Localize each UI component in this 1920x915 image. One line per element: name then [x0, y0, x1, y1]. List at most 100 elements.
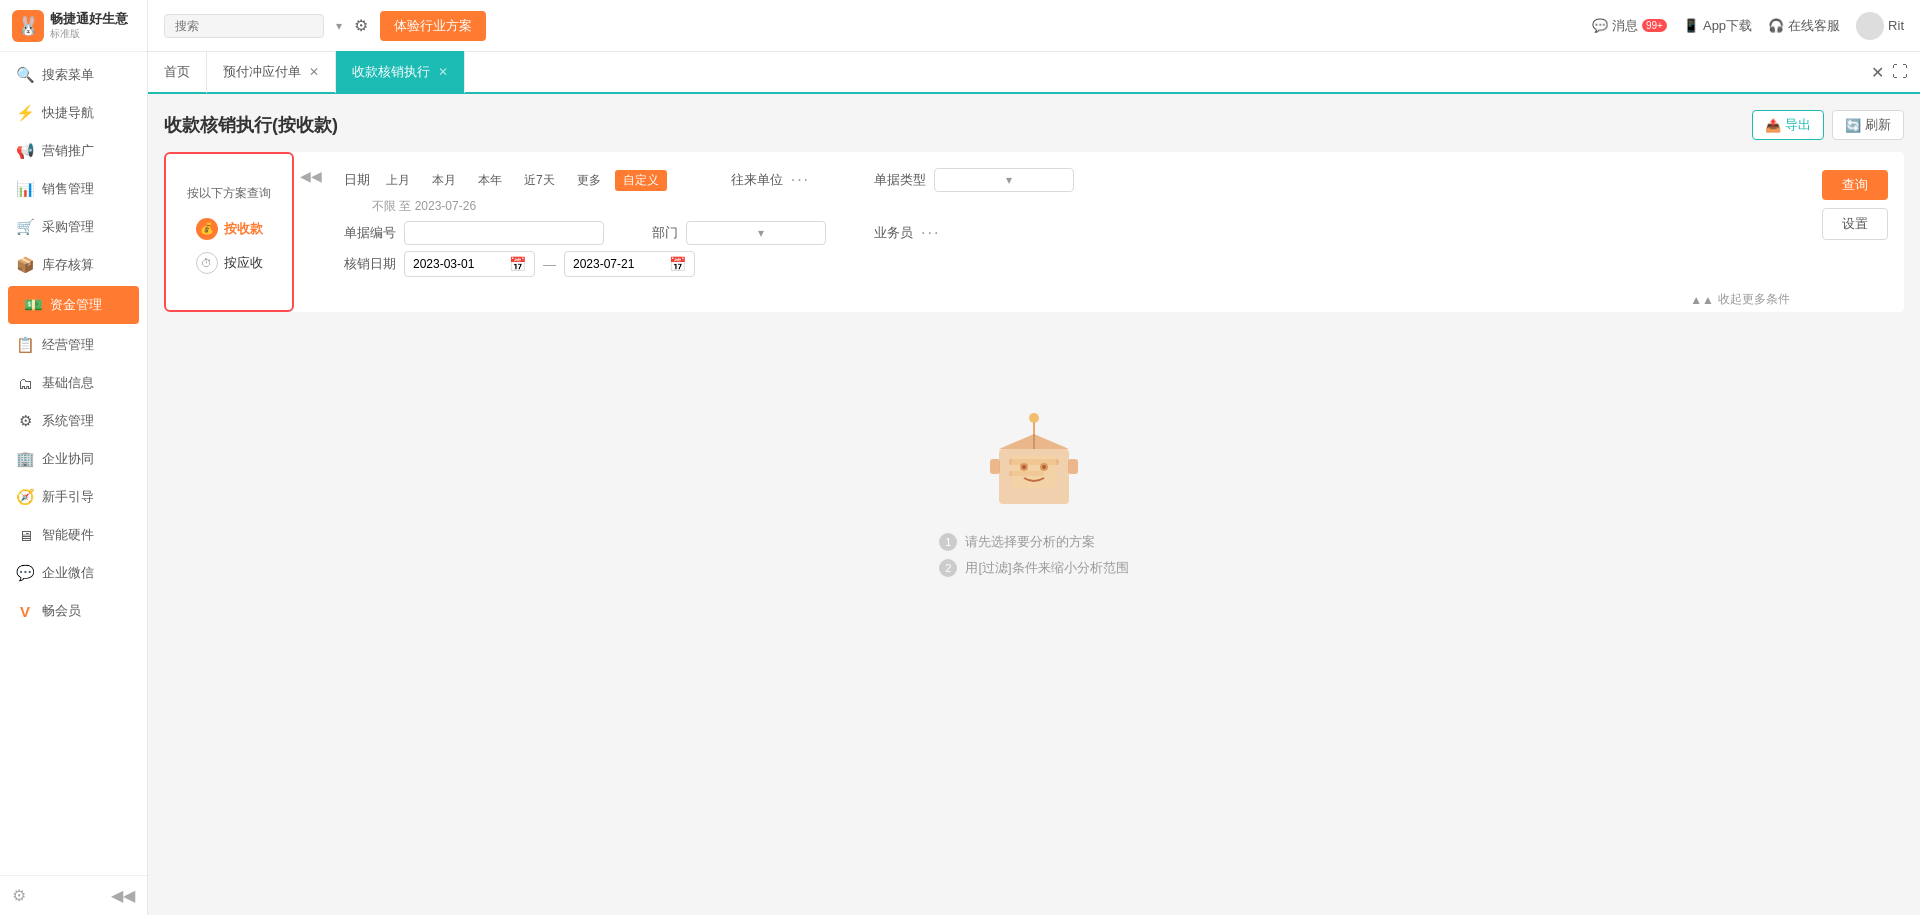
staff-dots-icon[interactable]: ···: [921, 224, 940, 242]
sidebar-logo: 🐰 畅捷通好生意 标准版: [0, 0, 147, 52]
industry-solution-button[interactable]: 体验行业方案: [380, 11, 486, 41]
filter-by-receipt[interactable]: 💰 按收款: [182, 212, 276, 246]
date-custom-btn[interactable]: 自定义: [615, 170, 667, 191]
system-icon: ⚙: [16, 412, 34, 430]
date-last-7days-btn[interactable]: 近7天: [516, 170, 563, 191]
collapse-chevron-icon: ▲▲: [1690, 293, 1714, 307]
sidebar-item-purchase[interactable]: 🛒 采购管理: [0, 208, 147, 246]
sidebar-item-hardware[interactable]: 🖥 智能硬件: [0, 516, 147, 554]
collapse-filter-icon[interactable]: ◀◀: [294, 152, 328, 312]
topbar-search-input[interactable]: [164, 14, 324, 38]
filter-partner-field: 往来单位 ···: [731, 171, 810, 189]
basic-icon: 🗂: [16, 375, 34, 392]
export-button[interactable]: 📤 导出: [1752, 110, 1824, 140]
export-icon: 📤: [1765, 118, 1781, 133]
hardware-icon: 🖥: [16, 527, 34, 544]
date-last-month-btn[interactable]: 上月: [378, 170, 418, 191]
empty-illustration: [974, 404, 1094, 517]
query-actions: 查询 设置: [1822, 168, 1888, 240]
sidebar-item-sales[interactable]: 📊 销售管理: [0, 170, 147, 208]
writeoff-date-start-input[interactable]: [413, 257, 503, 271]
sidebar-item-inventory[interactable]: 📦 库存核算: [0, 246, 147, 284]
sidebar-item-wechat[interactable]: 💬 企业微信: [0, 554, 147, 592]
tab-receivable-close-icon[interactable]: ✕: [438, 65, 448, 79]
sidebar-item-basic[interactable]: 🗂 基础信息: [0, 364, 147, 402]
tab-receivable[interactable]: 收款核销执行 ✕: [336, 51, 465, 93]
query-button[interactable]: 查询: [1822, 170, 1888, 200]
filter-options-title: 按以下方案查询: [187, 185, 271, 202]
sidebar-item-system[interactable]: ⚙ 系统管理: [0, 402, 147, 440]
page-title: 收款核销执行(按收款): [164, 113, 338, 137]
app-icon: 📱: [1683, 18, 1699, 33]
wechat-icon: 💬: [16, 564, 34, 582]
quick-nav-icon: ⚡: [16, 104, 34, 122]
date-this-year-btn[interactable]: 本年: [470, 170, 510, 191]
svg-point-9: [1042, 465, 1046, 469]
filter-row-3: 核销日期 📅 —: [344, 251, 1790, 277]
page-container: 收款核销执行(按收款) 📤 导出 🔄 刷新 按以下方案查询 💰 按收款: [148, 94, 1920, 915]
writeoff-date-start-icon[interactable]: 📅: [509, 256, 526, 272]
receivable-icon: ⏱: [196, 252, 218, 274]
sidebar-item-member[interactable]: V 畅会员: [0, 592, 147, 630]
svg-rect-10: [990, 459, 1000, 474]
date-label: 日期: [344, 171, 370, 189]
sidebar-item-marketing[interactable]: 📢 营销推广: [0, 132, 147, 170]
filter-row-2: 单据编号 部门 ▾: [344, 221, 1790, 245]
filter-panel: 按以下方案查询 💰 按收款 ⏱ 按应收 ◀◀: [164, 152, 1904, 312]
empty-tip-2: 2 用[过滤]条件来缩小分析范围: [939, 559, 1128, 577]
tab-close-all-icon[interactable]: ✕: [1871, 63, 1884, 82]
page-header-actions: 📤 导出 🔄 刷新: [1752, 110, 1904, 140]
app-download-button[interactable]: 📱 App下载: [1683, 17, 1752, 35]
bill-no-input[interactable]: [404, 221, 604, 245]
refresh-icon: 🔄: [1845, 118, 1861, 133]
sidebar-bottom: ⚙ ◀◀: [0, 875, 147, 915]
sidebar-item-guide[interactable]: 🧭 新手引导: [0, 478, 147, 516]
tab-prepay-close-icon[interactable]: ✕: [309, 65, 319, 79]
bill-type-select[interactable]: ▾: [934, 168, 1074, 192]
topbar-left: ▾ ⚙ 体验行业方案: [164, 11, 486, 41]
writeoff-date-end-input[interactable]: [573, 257, 663, 271]
user-name: Rit: [1888, 18, 1904, 33]
date-this-month-btn[interactable]: 本月: [424, 170, 464, 191]
tab-prepay[interactable]: 预付冲应付单 ✕: [207, 51, 336, 93]
refresh-button[interactable]: 🔄 刷新: [1832, 110, 1904, 140]
date-nolimit-note: 不限 至 2023-07-26: [344, 198, 1790, 215]
partner-dots-icon[interactable]: ···: [791, 171, 810, 189]
message-button[interactable]: 💬 消息 99+: [1592, 17, 1667, 35]
enterprise-icon: 🏢: [16, 450, 34, 468]
empty-svg: [974, 404, 1094, 514]
writeoff-date-range: 📅 — 📅: [404, 251, 695, 277]
empty-state: 1 请先选择要分析的方案 2 用[过滤]条件来缩小分析范围: [164, 324, 1904, 657]
filter-rows: 日期 上月 本月 本年 近7天 更多 自定义: [344, 168, 1888, 312]
writeoff-date-end-icon[interactable]: 📅: [669, 256, 686, 272]
svg-point-13: [1029, 413, 1039, 423]
message-icon: 💬: [1592, 18, 1608, 33]
topbar-chevron-icon[interactable]: ▾: [336, 19, 342, 33]
tab-expand-icon[interactable]: ⛶: [1892, 63, 1908, 81]
sidebar-item-search[interactable]: 🔍 搜索菜单: [0, 56, 147, 94]
sidebar-item-enterprise[interactable]: 🏢 企业协同: [0, 440, 147, 478]
topbar-gear-icon[interactable]: ⚙: [354, 16, 368, 35]
sidebar-item-quick-nav[interactable]: ⚡ 快捷导航: [0, 94, 147, 132]
tip-num-2: 2: [939, 559, 957, 577]
sidebar-item-operation[interactable]: 📋 经营管理: [0, 326, 147, 364]
member-icon: V: [16, 603, 34, 620]
collapse-more-btn[interactable]: ▲▲ 收起更多条件: [344, 283, 1790, 312]
sidebar-item-finance[interactable]: 💵 资金管理: [8, 286, 139, 324]
settings-bottom-icon[interactable]: ⚙: [12, 886, 26, 905]
sidebar-menu: 🔍 搜索菜单 ⚡ 快捷导航 📢 营销推广 📊 销售管理 🛒 采购管理 📦 库存核…: [0, 52, 147, 875]
dept-label: 部门: [652, 224, 678, 242]
date-more-btn[interactable]: 更多: [569, 170, 609, 191]
topbar: ▾ ⚙ 体验行业方案 💬 消息 99+ 📱 App下载 🎧 在线客服 Rit: [148, 0, 1920, 52]
filter-by-receivable[interactable]: ⏱ 按应收: [182, 246, 276, 280]
svg-point-8: [1022, 465, 1026, 469]
settings-button[interactable]: 设置: [1822, 208, 1888, 240]
user-info[interactable]: Rit: [1856, 12, 1904, 40]
online-service-button[interactable]: 🎧 在线客服: [1768, 17, 1840, 35]
dept-select[interactable]: ▾: [686, 221, 826, 245]
tab-home[interactable]: 首页: [148, 51, 207, 93]
collapse-sidebar-icon[interactable]: ◀◀: [111, 886, 135, 905]
writeoff-date-end-wrap: 📅: [564, 251, 695, 277]
bill-no-label: 单据编号: [344, 224, 396, 242]
writeoff-date-start-wrap: 📅: [404, 251, 535, 277]
